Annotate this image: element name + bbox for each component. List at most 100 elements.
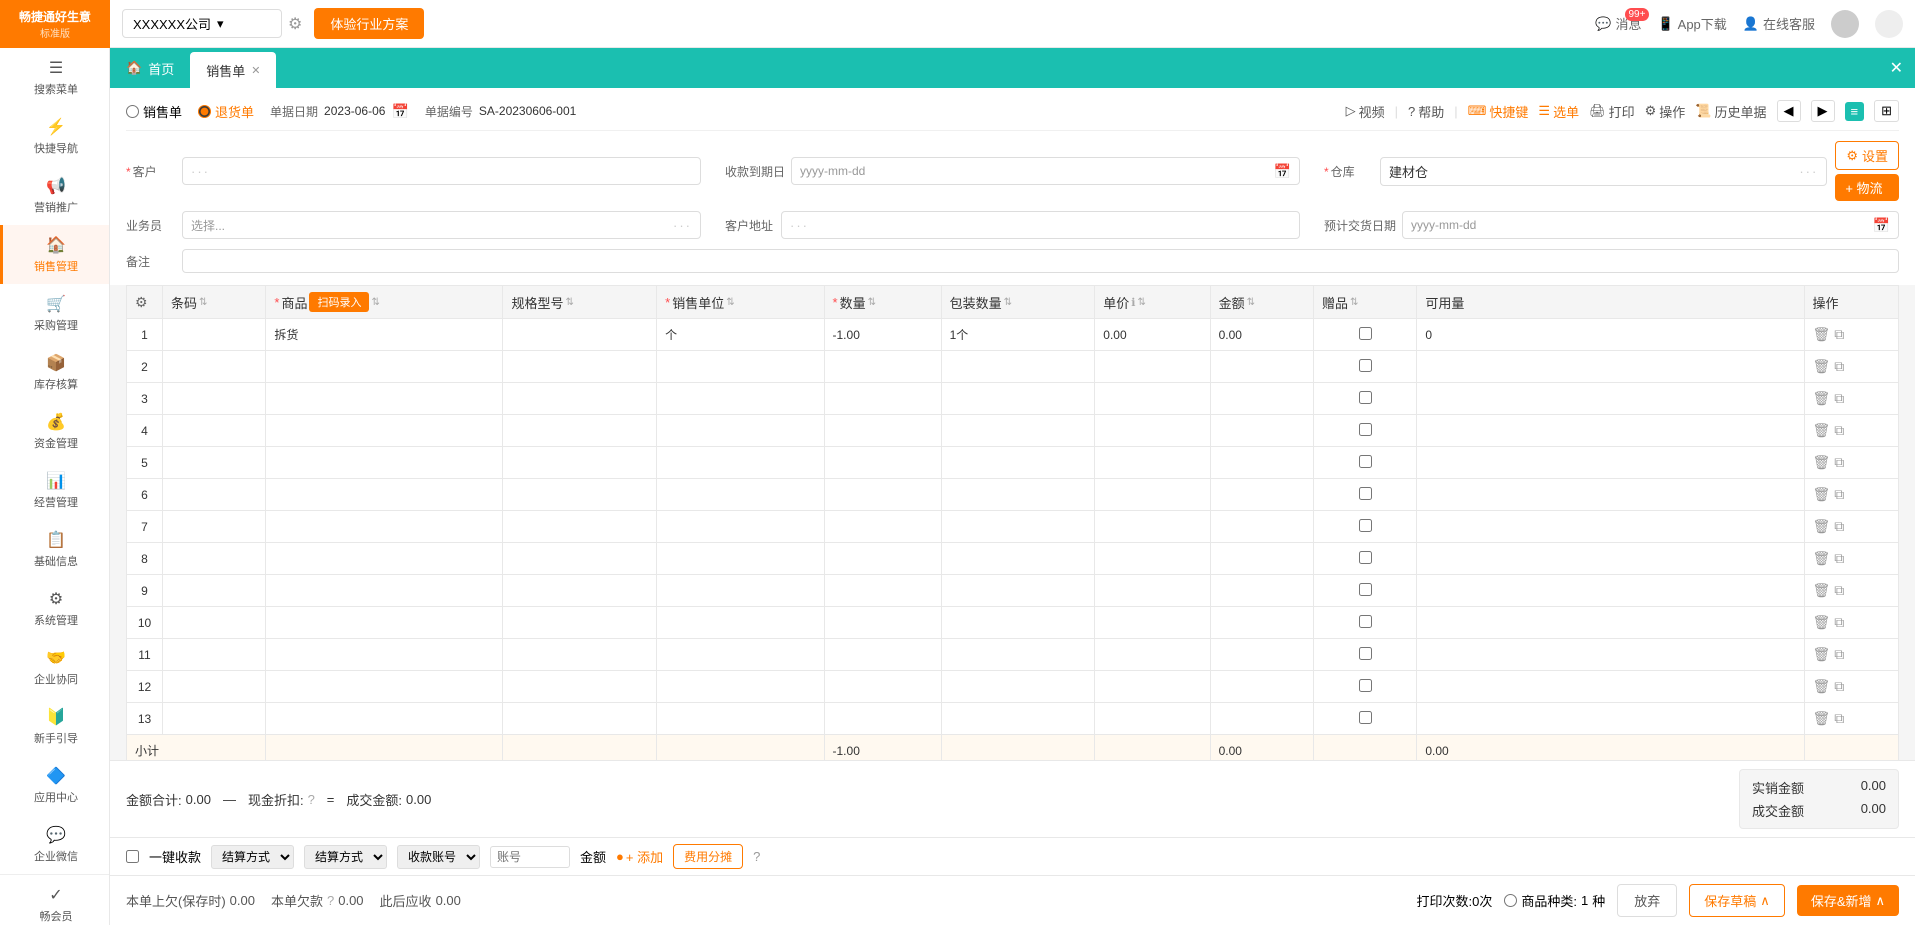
sidebar-item-operations[interactable]: 📊 经营管理	[0, 461, 109, 520]
sidebar-item-finance[interactable]: 💰 资金管理	[0, 402, 109, 461]
row1-product[interactable]: 拆货	[266, 319, 503, 351]
row11-copy-btn[interactable]: ⧉	[1834, 646, 1844, 663]
radio-sales[interactable]: 销售单	[126, 102, 182, 121]
message-icon-item[interactable]: 💬 消息 99+	[1595, 14, 1641, 33]
account-input[interactable]	[490, 846, 570, 868]
row6-delete-btn[interactable]: 🗑	[1813, 486, 1831, 503]
delivery-date-input[interactable]: yyyy-mm-dd 📅	[1402, 211, 1899, 239]
row8-copy-btn[interactable]: ⧉	[1834, 550, 1844, 567]
sidebar-item-purchase[interactable]: 🛒 采购管理	[0, 284, 109, 343]
sidebar-item-appstore[interactable]: 🔷 应用中心	[0, 756, 109, 815]
grid-view-btn[interactable]: ⊞	[1874, 100, 1899, 122]
row1-copy-btn[interactable]: ⧉	[1834, 326, 1844, 343]
sidebar-item-member[interactable]: ✓ 畅会员	[0, 875, 109, 925]
sidebar-item-enterprise[interactable]: 🤝 企业协同	[0, 638, 109, 697]
sidebar-item-search[interactable]: ☰ 搜索菜单	[0, 48, 109, 107]
row4-delete-btn[interactable]: 🗑	[1813, 422, 1831, 439]
tool-history[interactable]: 📜 历史单据	[1695, 102, 1766, 121]
row9-copy-btn[interactable]: ⧉	[1834, 582, 1844, 599]
row6-copy-btn[interactable]: ⧉	[1834, 486, 1844, 503]
discount-help-icon[interactable]: ?	[308, 792, 315, 807]
product-kind-selector[interactable]: 商品种类: 1 种	[1504, 891, 1605, 910]
row3-delete-btn[interactable]: 🗑	[1813, 390, 1831, 407]
payment-calc-select[interactable]: 结算方式	[304, 845, 387, 869]
row5-copy-btn[interactable]: ⧉	[1834, 454, 1844, 471]
payment-method-select[interactable]: 结算方式	[211, 845, 294, 869]
row4-copy-btn[interactable]: ⧉	[1834, 422, 1844, 439]
row1-unit[interactable]: 个	[657, 319, 824, 351]
row2-copy-btn[interactable]: ⧉	[1834, 358, 1844, 375]
row7-copy-btn[interactable]: ⧉	[1834, 518, 1844, 535]
prev-btn[interactable]: ◀	[1777, 100, 1801, 122]
trial-button[interactable]: 体验行业方案	[314, 8, 424, 39]
row7-delete-btn[interactable]: 🗑	[1813, 518, 1831, 535]
row10-copy-btn[interactable]: ⧉	[1834, 614, 1844, 631]
sidebar-item-guide[interactable]: 🔰 新手引导	[0, 697, 109, 756]
payment-help-icon[interactable]: ?	[753, 849, 760, 864]
app-download-item[interactable]: 📱 App下载	[1657, 14, 1726, 33]
tool-shortcuts[interactable]: ⌨ 快捷键	[1468, 102, 1529, 121]
sidebar-item-shortcut[interactable]: ⚡ 快捷导航	[0, 107, 109, 166]
payment-account-select[interactable]: 收款账号	[397, 845, 480, 869]
tool-select[interactable]: ☰ 选单	[1538, 102, 1579, 121]
delivery-calendar-icon[interactable]: 📅	[1873, 217, 1890, 234]
row13-copy-btn[interactable]: ⧉	[1834, 710, 1844, 727]
save-new-button[interactable]: 保存&新增 ∧	[1797, 885, 1899, 916]
collect-date-input[interactable]: yyyy-mm-dd 📅	[791, 157, 1300, 185]
collect-calendar-icon[interactable]: 📅	[1274, 163, 1291, 180]
radio-return[interactable]: 退货单	[198, 102, 254, 121]
row1-spec[interactable]	[503, 319, 657, 351]
product-kind-radio[interactable]	[1504, 894, 1517, 907]
row13-delete-btn[interactable]: 🗑	[1813, 710, 1831, 727]
row1-barcode[interactable]	[163, 319, 266, 351]
row8-delete-btn[interactable]: 🗑	[1813, 550, 1831, 567]
row1-gift[interactable]	[1313, 319, 1416, 351]
list-view-btn[interactable]: ≡	[1845, 102, 1865, 121]
tab-home[interactable]: 🏠 首页	[110, 48, 190, 88]
row12-delete-btn[interactable]: 🗑	[1813, 678, 1831, 695]
user-avatar2[interactable]	[1875, 10, 1903, 38]
row1-price[interactable]: 0.00	[1095, 319, 1210, 351]
company-selector[interactable]: XXXXXX公司 ▾	[122, 9, 282, 38]
radio-sales-input[interactable]	[126, 105, 139, 118]
row1-delete-btn[interactable]: 🗑	[1813, 326, 1831, 343]
sidebar-item-marketing[interactable]: 📢 营销推广	[0, 166, 109, 225]
sidebar-item-basic[interactable]: 📋 基础信息	[0, 520, 109, 579]
online-service-item[interactable]: 👤 在线客服	[1743, 14, 1815, 33]
salesperson-input[interactable]: 选择... ···	[182, 211, 701, 239]
tool-operate[interactable]: ⚙ 操作	[1645, 102, 1686, 121]
warehouse-input[interactable]: 建材仓 ···	[1380, 157, 1827, 186]
date-calendar-icon[interactable]: 📅	[391, 103, 408, 120]
tab-bar-close-icon[interactable]: ✕	[1890, 58, 1903, 78]
sidebar-item-wechat[interactable]: 💬 企业微信	[0, 815, 109, 874]
row12-copy-btn[interactable]: ⧉	[1834, 678, 1844, 695]
row2-delete-btn[interactable]: 🗑	[1813, 358, 1831, 375]
bill-debt-help-icon[interactable]: ?	[327, 893, 334, 908]
sidebar-item-sales[interactable]: 🏠 销售管理	[0, 225, 109, 284]
customer-address-input[interactable]: ···	[781, 211, 1300, 239]
row5-delete-btn[interactable]: 🗑	[1813, 454, 1831, 471]
tab-close-icon[interactable]: ✕	[251, 64, 260, 77]
setting-button[interactable]: ⚙ 设置	[1835, 141, 1899, 170]
row1-amount[interactable]: 0.00	[1210, 319, 1313, 351]
row3-copy-btn[interactable]: ⧉	[1834, 390, 1844, 407]
radio-return-input[interactable]	[198, 105, 211, 118]
customer-input[interactable]: ···	[182, 157, 701, 185]
tab-sales[interactable]: 销售单 ✕	[190, 52, 276, 88]
sidebar-item-inventory[interactable]: 📦 库存核算	[0, 343, 109, 402]
row9-delete-btn[interactable]: 🗑	[1813, 582, 1831, 599]
row1-pkg[interactable]: 1个	[941, 319, 1095, 351]
one-click-checkbox[interactable]	[126, 850, 139, 863]
row10-delete-btn[interactable]: 🗑	[1813, 614, 1831, 631]
notes-input[interactable]	[182, 249, 1899, 273]
settings-gear-icon[interactable]: ⚙	[288, 14, 302, 34]
tool-help[interactable]: ? 帮助	[1408, 102, 1444, 121]
abandon-button[interactable]: 放弃	[1617, 884, 1677, 917]
expense-btn[interactable]: 费用分摊	[673, 844, 743, 869]
add-payment-button[interactable]: ● + 添加	[616, 847, 663, 866]
next-btn[interactable]: ▶	[1811, 100, 1835, 122]
tool-print[interactable]: 🖨 打印	[1589, 102, 1635, 121]
tool-video[interactable]: ▷ 视频	[1346, 102, 1385, 121]
logistics-button[interactable]: + 物流	[1835, 174, 1899, 201]
row1-qty[interactable]: -1.00	[824, 319, 941, 351]
